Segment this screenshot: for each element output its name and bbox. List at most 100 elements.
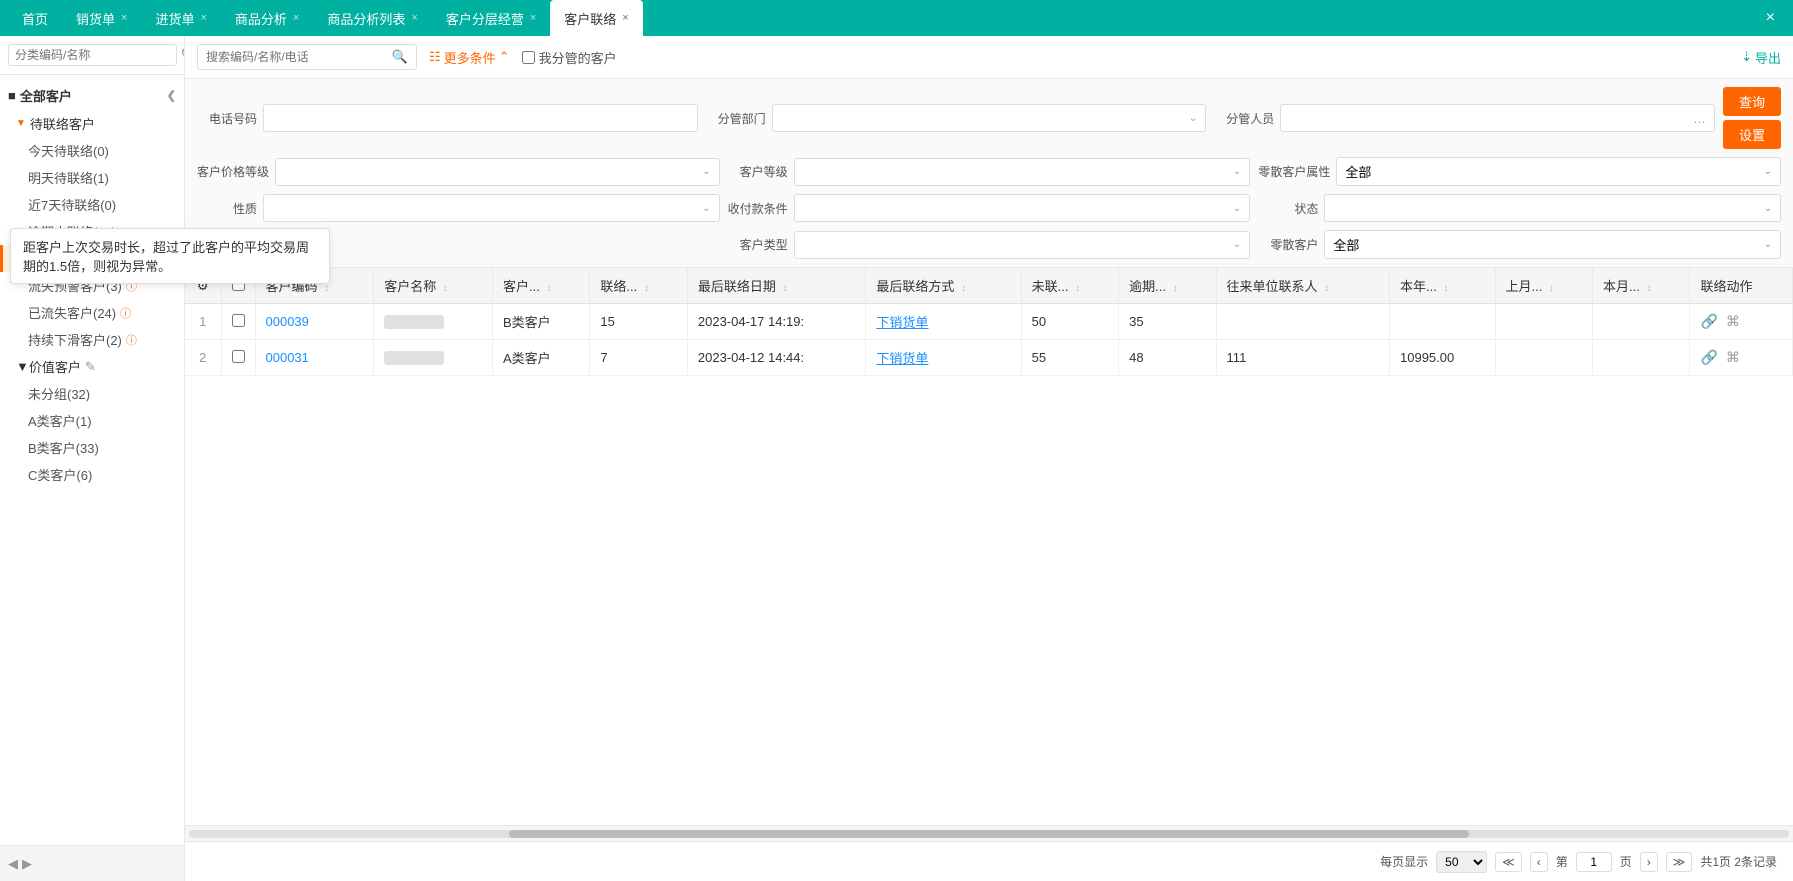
th-level[interactable]: 客户... ↕: [492, 268, 589, 304]
phone-input[interactable]: [263, 104, 698, 132]
tree-item-declining[interactable]: 持续下滑客户(2) ⓘ: [0, 326, 184, 353]
row2-last-method[interactable]: 下销货单: [866, 340, 1021, 376]
th-contact-person[interactable]: 往来单位联系人 ↕: [1216, 268, 1389, 304]
tree-item-class-c[interactable]: C类客户(6): [0, 461, 184, 488]
th-last-date[interactable]: 最后联络日期 ↕: [687, 268, 866, 304]
branch-person-more-icon[interactable]: …: [1693, 111, 1706, 126]
gender-arrow: ⌄: [702, 203, 710, 214]
search-execute-icon[interactable]: 🔍: [392, 49, 408, 65]
last-page-button[interactable]: ≫: [1666, 852, 1693, 872]
tree-item-churned[interactable]: 已流失客户(24) ⓘ: [0, 299, 184, 326]
row1-method-link[interactable]: 下销货单: [876, 315, 928, 330]
tree-item-7days[interactable]: 近7天待联络(0): [0, 191, 184, 218]
retail-customer-select[interactable]: 全部 ⌄: [1324, 230, 1781, 259]
export-button[interactable]: ⇣ 导出: [1741, 48, 1781, 67]
row1-link-icon[interactable]: 🔗: [1700, 313, 1717, 330]
close-icon-sales[interactable]: ×: [121, 12, 127, 24]
my-customers-checkbox[interactable]: [522, 51, 535, 64]
customer-type-select[interactable]: ⌄: [794, 231, 1251, 259]
collapse-icon[interactable]: ❮: [167, 89, 176, 102]
filter-field-gender: 性质 ⌄: [197, 194, 720, 222]
row1-checkbox[interactable]: [232, 314, 245, 327]
close-icon-customer-contact[interactable]: ×: [622, 12, 628, 24]
close-icon-product-list[interactable]: ×: [411, 12, 417, 24]
branch-person-input[interactable]: …: [1280, 104, 1715, 132]
tree-divider-value[interactable]: ▼ 价值客户 ✎: [0, 353, 184, 380]
row2-qr-icon[interactable]: ⌘: [1726, 349, 1740, 366]
nav-label-home: 首页: [22, 9, 48, 28]
per-page-select[interactable]: 50 100: [1436, 851, 1487, 873]
retail-customer-value: 全部: [1333, 235, 1359, 254]
row1-code[interactable]: 000039: [255, 304, 374, 340]
branch-dept-select[interactable]: ⌄: [772, 104, 1207, 132]
sort-icon-last-date: ↕: [783, 283, 788, 294]
nav-item-customer-contact[interactable]: 客户联络 ×: [550, 0, 642, 36]
close-icon-product-analysis[interactable]: ×: [293, 12, 299, 24]
status-select[interactable]: ⌄: [1324, 194, 1781, 222]
nav-item-product-list[interactable]: 商品分析列表 ×: [313, 0, 431, 36]
search-input[interactable]: [206, 50, 388, 64]
branch-dept-label: 分管部门: [706, 110, 766, 127]
nav-item-home[interactable]: 首页: [8, 0, 62, 36]
row2-method-link[interactable]: 下销货单: [876, 351, 928, 366]
close-icon-purchase[interactable]: ×: [200, 12, 206, 24]
sidebar-left-arrow[interactable]: ◀: [8, 856, 18, 872]
total-label: 共1页 2条记录: [1700, 853, 1777, 870]
retail-attr-select[interactable]: 全部 ⌄: [1336, 157, 1781, 186]
next-page-button[interactable]: ›: [1640, 852, 1658, 872]
price-level-select[interactable]: ⌄: [275, 158, 720, 186]
tree-all-customers[interactable]: ■ 全部客户 ❮: [0, 81, 184, 110]
th-current-year[interactable]: 本年... ↕: [1390, 268, 1496, 304]
th-overdue[interactable]: 逾期... ↕: [1119, 268, 1216, 304]
row1-name[interactable]: [374, 304, 493, 340]
chevron-icon: ⌃: [499, 49, 510, 65]
scrollbar-thumb[interactable]: [509, 830, 1469, 838]
my-customers-filter[interactable]: 我分管的客户: [522, 48, 617, 67]
more-conditions-button[interactable]: ☷ 更多条件 ⌃: [429, 48, 510, 67]
edit-icon[interactable]: ✎: [85, 359, 96, 375]
th-last-method[interactable]: 最后联络方式 ↕: [866, 268, 1021, 304]
tree-item-class-b[interactable]: B类客户(33): [0, 434, 184, 461]
arrow-icon: ▼: [16, 118, 26, 129]
row2-checkbox[interactable]: [232, 350, 245, 363]
nav-item-customer-layer[interactable]: 客户分层经营 ×: [432, 0, 550, 36]
pending-group-label: 待联络客户: [30, 114, 95, 133]
status-arrow: ⌄: [1764, 203, 1772, 214]
window-close-button[interactable]: ×: [1756, 9, 1785, 27]
first-page-button[interactable]: ≪: [1495, 852, 1522, 872]
filter-row-2: 客户价格等级 ⌄ 客户等级 ⌄ 零散客户属性 全部 ⌄: [197, 157, 1781, 186]
nav-item-sales[interactable]: 销货单 ×: [62, 0, 141, 36]
filter-field-branch-dept: 分管部门 ⌄: [706, 104, 1207, 132]
nav-item-product-analysis[interactable]: 商品分析 ×: [221, 0, 313, 36]
nav-label-product-list: 商品分析列表: [327, 9, 405, 28]
row2-link-icon[interactable]: 🔗: [1700, 349, 1717, 366]
row2-contact: 7: [590, 340, 687, 376]
th-this-month[interactable]: 本月... ↕: [1593, 268, 1690, 304]
tree-item-tomorrow[interactable]: 明天待联络(1): [0, 164, 184, 191]
th-name[interactable]: 客户名称 ↕: [374, 268, 493, 304]
settings-button[interactable]: 设置: [1723, 120, 1781, 149]
horizontal-scrollbar[interactable]: [185, 825, 1793, 841]
tree-item-today[interactable]: 今天待联络(0): [0, 137, 184, 164]
customer-level-select[interactable]: ⌄: [794, 158, 1251, 186]
row1-qr-icon[interactable]: ⌘: [1726, 313, 1740, 330]
gender-select[interactable]: ⌄: [263, 194, 720, 222]
nav-item-purchase[interactable]: 进货单 ×: [141, 0, 220, 36]
row2-code[interactable]: 000031: [255, 340, 374, 376]
query-button[interactable]: 查询: [1723, 87, 1781, 116]
sidebar-search-input[interactable]: [8, 44, 177, 66]
content-area: 🔍 ☷ 更多条件 ⌃ 我分管的客户 ⇣ 导出 电话号码: [185, 36, 1793, 881]
th-contact[interactable]: 联络... ↕: [590, 268, 687, 304]
close-icon-customer-layer[interactable]: ×: [530, 12, 536, 24]
tree-item-unclassified[interactable]: 未分组(32): [0, 380, 184, 407]
payment-select[interactable]: ⌄: [794, 194, 1251, 222]
tree-item-class-a[interactable]: A类客户(1): [0, 407, 184, 434]
th-last-month[interactable]: 上月... ↕: [1495, 268, 1592, 304]
th-uncontacted[interactable]: 未联... ↕: [1021, 268, 1118, 304]
sidebar-right-arrow[interactable]: ▶: [22, 856, 32, 872]
row1-last-method[interactable]: 下销货单: [866, 304, 1021, 340]
page-input[interactable]: [1576, 852, 1612, 872]
row2-name[interactable]: [374, 340, 493, 376]
prev-page-button[interactable]: ‹: [1530, 852, 1548, 872]
tree-group-pending[interactable]: ▼ 待联络客户: [0, 110, 184, 137]
